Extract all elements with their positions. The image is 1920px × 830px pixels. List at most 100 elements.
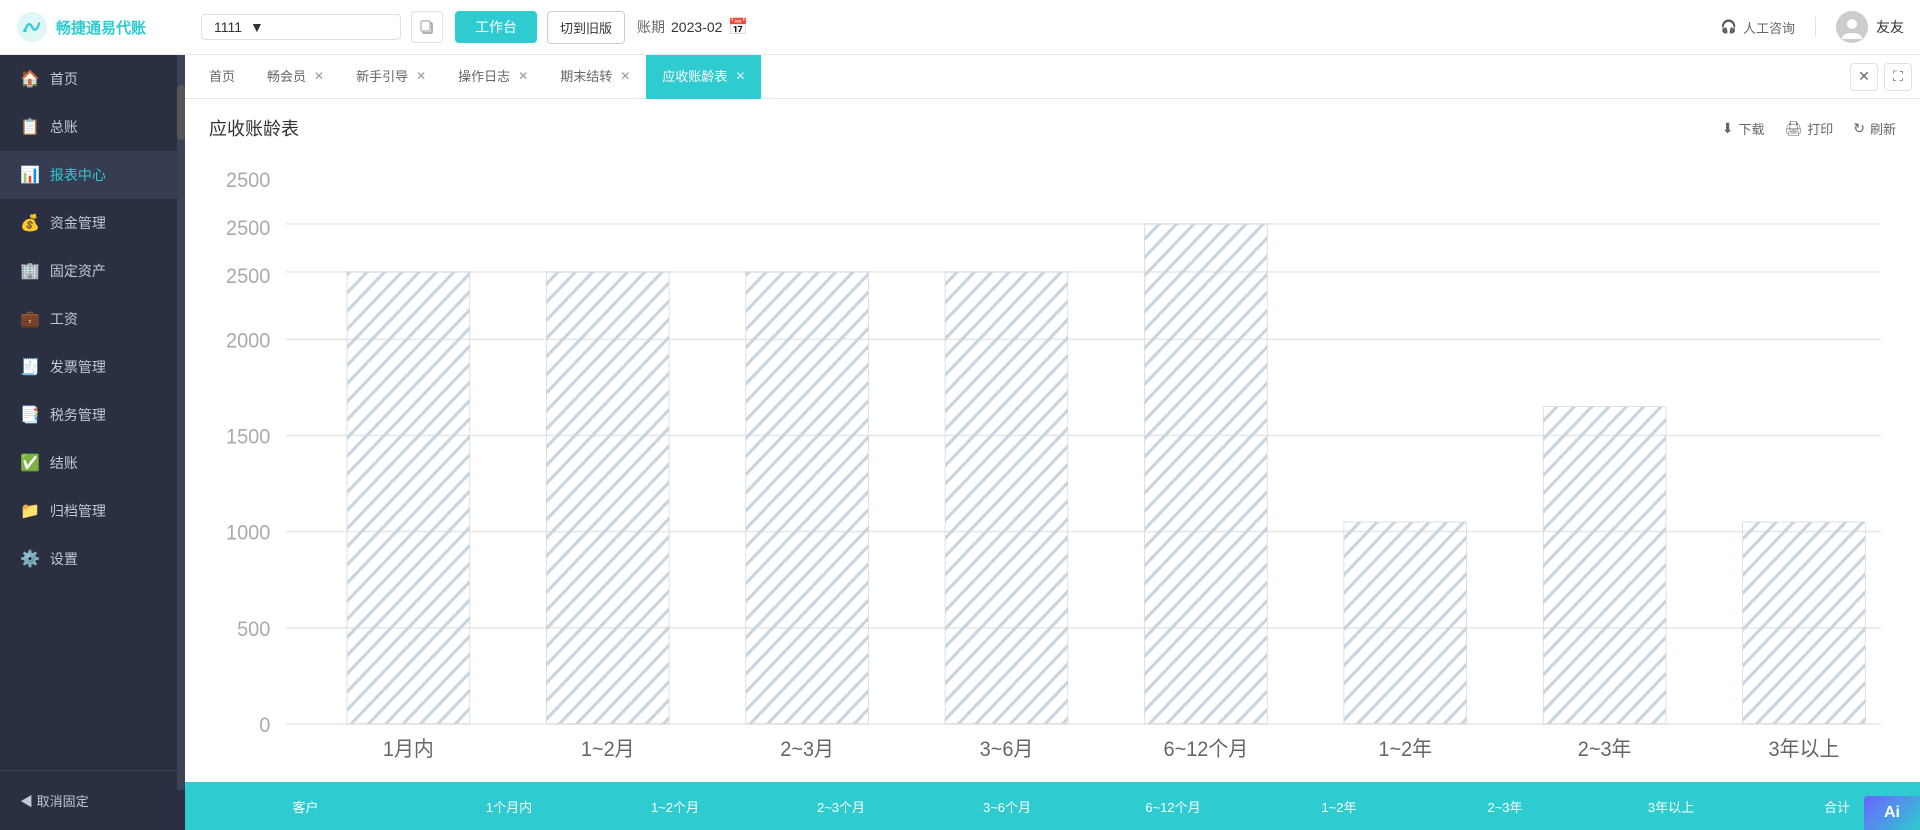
tab-label-guide: 新手引导 <box>356 66 408 85</box>
tab-close-guide[interactable]: ✕ <box>416 69 426 83</box>
username: 友友 <box>1876 17 1904 37</box>
tab-close-aging[interactable]: ✕ <box>735 69 745 83</box>
svg-text:2000: 2000 <box>226 330 270 352</box>
svg-text:0: 0 <box>259 715 270 737</box>
user-area[interactable]: 友友 <box>1836 11 1904 43</box>
download-button[interactable]: ⬇ 下载 <box>1722 119 1765 138</box>
print-icon: 🖨 <box>1784 120 1802 137</box>
sidebar-item-settings[interactable]: ⚙️设置 <box>0 535 185 583</box>
bar-chart: 0 500 1000 1500 2000 2500 2500 2500 <box>209 163 1896 772</box>
tab-label-oplog: 操作日志 <box>458 66 510 85</box>
svg-text:3年以上: 3年以上 <box>1769 738 1840 762</box>
content-area: 首页 畅会员 ✕ 新手引导 ✕ 操作日志 ✕ 期末结转 ✕ 应收账龄表 ✕ ✕ ⛶ 应收账龄表 ⬇ … <box>185 55 1920 830</box>
nav-label-closing: 结账 <box>50 453 78 473</box>
main-layout: 🏠 首页 📋 总账 📊 报表中心 💰 资金管理 🏢固定资产 💼 工资 🧾发票管理 📑 税务管理 ✅ 结账 📁 归档… <box>0 55 1920 830</box>
nav-icon-home: 🏠 <box>20 69 40 89</box>
tab-bar: 首页 畅会员 ✕ 新手引导 ✕ 操作日志 ✕ 期末结转 ✕ 应收账龄表 ✕ ✕ ⛶ <box>185 55 1920 99</box>
nav-label-salary: 工资 <box>50 309 78 329</box>
avatar <box>1836 11 1868 43</box>
calendar-icon[interactable]: 📅 <box>728 17 748 37</box>
svg-text:1月内: 1月内 <box>383 738 434 762</box>
tab-close-member[interactable]: ✕ <box>314 69 324 83</box>
tab-close-closing[interactable]: ✕ <box>620 69 630 83</box>
download-icon: ⬇ <box>1722 120 1734 137</box>
period-label: 账期 <box>637 17 665 37</box>
sidebar-item-assets[interactable]: 🏢固定资产 <box>0 247 185 295</box>
page-title: 应收账龄表 <box>209 115 299 141</box>
switch-version-button[interactable]: 切到旧版 <box>547 11 625 44</box>
svg-text:2~3月: 2~3月 <box>780 739 834 761</box>
tab-label-member: 畅会员 <box>267 66 306 85</box>
sidebar-item-archive[interactable]: 📁 归档管理 <box>0 487 185 535</box>
expand-tab-button[interactable]: ⛶ <box>1884 63 1912 91</box>
print-button[interactable]: 🖨 打印 <box>1784 119 1833 138</box>
sidebar-item-tax[interactable]: 📑 税务管理 <box>0 391 185 439</box>
nav-icon-archive: 📁 <box>20 501 40 521</box>
period-area: 账期 2023-02 📅 <box>637 17 748 37</box>
svg-text:3~6月: 3~6月 <box>980 739 1034 761</box>
sidebar-item-closing[interactable]: ✅ 结账 <box>0 439 185 487</box>
nav-label-ledger: 总账 <box>50 117 78 137</box>
svg-text:2500: 2500 <box>226 170 270 192</box>
nav-icon-reports: 📊 <box>20 165 40 185</box>
nav-label-archive: 归档管理 <box>50 501 106 521</box>
nav-label-funds: 资金管理 <box>50 213 106 233</box>
close-tab-button[interactable]: ✕ <box>1850 63 1878 91</box>
tab-member[interactable]: 畅会员 ✕ <box>251 55 340 99</box>
tab-label-aging: 应收账龄表 <box>662 66 727 85</box>
company-selector[interactable]: 1111 ▼ <box>201 14 401 40</box>
sidebar-item-invoice[interactable]: 🧾发票管理 <box>0 343 185 391</box>
page-actions: ⬇ 下载 🖨 打印 ↻ 刷新 <box>1722 119 1896 138</box>
th-1个月内: 1个月内 <box>426 797 592 816</box>
th-2~3个月: 2~3个月 <box>758 797 924 816</box>
th-1~2个月: 1~2个月 <box>592 797 758 816</box>
tab-closing[interactable]: 期末结转 ✕ <box>544 55 646 99</box>
svg-text:1000: 1000 <box>226 522 270 544</box>
workspace-button[interactable]: 工作台 <box>455 11 537 43</box>
tab-aging[interactable]: 应收账龄表 ✕ <box>646 55 761 99</box>
sidebar-item-ledger[interactable]: 📋 总账 <box>0 103 185 151</box>
sidebar: 🏠 首页 📋 总账 📊 报表中心 💰 资金管理 🏢固定资产 💼 工资 🧾发票管理 📑 税务管理 ✅ 结账 📁 归档… <box>0 55 185 830</box>
tab-guide[interactable]: 新手引导 ✕ <box>340 55 442 99</box>
copy-button[interactable] <box>411 11 443 43</box>
th-2~3年: 2~3年 <box>1422 797 1588 816</box>
svg-text:2500: 2500 <box>226 218 270 240</box>
sidebar-item-home[interactable]: 🏠 首页 <box>0 55 185 103</box>
service-button[interactable]: 🎧 人工咨询 <box>1721 18 1795 37</box>
unpin-button[interactable]: ◀ 取消固定 <box>0 781 185 820</box>
sidebar-nav: 🏠 首页 📋 总账 📊 报表中心 💰 资金管理 🏢固定资产 💼 工资 🧾发票管理 📑 税务管理 ✅ 结账 📁 归档… <box>0 55 185 770</box>
nav-icon-ledger: 📋 <box>20 117 40 137</box>
th-6~12个月: 6~12个月 <box>1090 797 1256 816</box>
refresh-icon: ↻ <box>1853 120 1865 137</box>
sidebar-item-salary[interactable]: 💼 工资 <box>0 295 185 343</box>
chart-area: 0 500 1000 1500 2000 2500 2500 2500 <box>185 153 1920 782</box>
nav-icon-tax: 📑 <box>20 405 40 425</box>
refresh-button[interactable]: ↻ 刷新 <box>1853 119 1896 138</box>
logo-icon <box>16 11 48 43</box>
ai-badge[interactable]: Ai <box>1864 796 1920 830</box>
nav-label-tax: 税务管理 <box>50 405 106 425</box>
tab-label-closing: 期末结转 <box>560 66 612 85</box>
nav-label-settings: 设置 <box>50 549 78 569</box>
nav-icon-funds: 💰 <box>20 213 40 233</box>
nav-label-home: 首页 <box>50 69 78 89</box>
nav-icon-invoice: 🧾 <box>20 357 40 377</box>
tab-close-oplog[interactable]: ✕ <box>518 69 528 83</box>
sidebar-bottom: ◀ 取消固定 <box>0 770 185 830</box>
sidebar-item-funds[interactable]: 💰 资金管理 <box>0 199 185 247</box>
nav-label-reports: 报表中心 <box>50 165 106 185</box>
th-1~2年: 1~2年 <box>1256 797 1422 816</box>
nav-icon-salary: 💼 <box>20 309 40 329</box>
logo-area: 畅捷通易代账 <box>16 11 201 43</box>
nav-label-assets: 固定资产 <box>50 261 106 281</box>
svg-text:6~12个月: 6~12个月 <box>1163 738 1248 762</box>
tab-label-home: 首页 <box>209 66 235 85</box>
company-name: 1111 <box>214 19 242 35</box>
tab-home[interactable]: 首页 <box>193 55 251 99</box>
sidebar-item-reports[interactable]: 📊 报表中心 <box>0 151 185 199</box>
nav-icon-closing: ✅ <box>20 453 40 473</box>
tab-oplog[interactable]: 操作日志 ✕ <box>442 55 544 99</box>
logo-text: 畅捷通易代账 <box>56 17 146 38</box>
svg-text:2500: 2500 <box>226 266 270 288</box>
tab-actions: ✕ ⛶ <box>1850 63 1912 91</box>
